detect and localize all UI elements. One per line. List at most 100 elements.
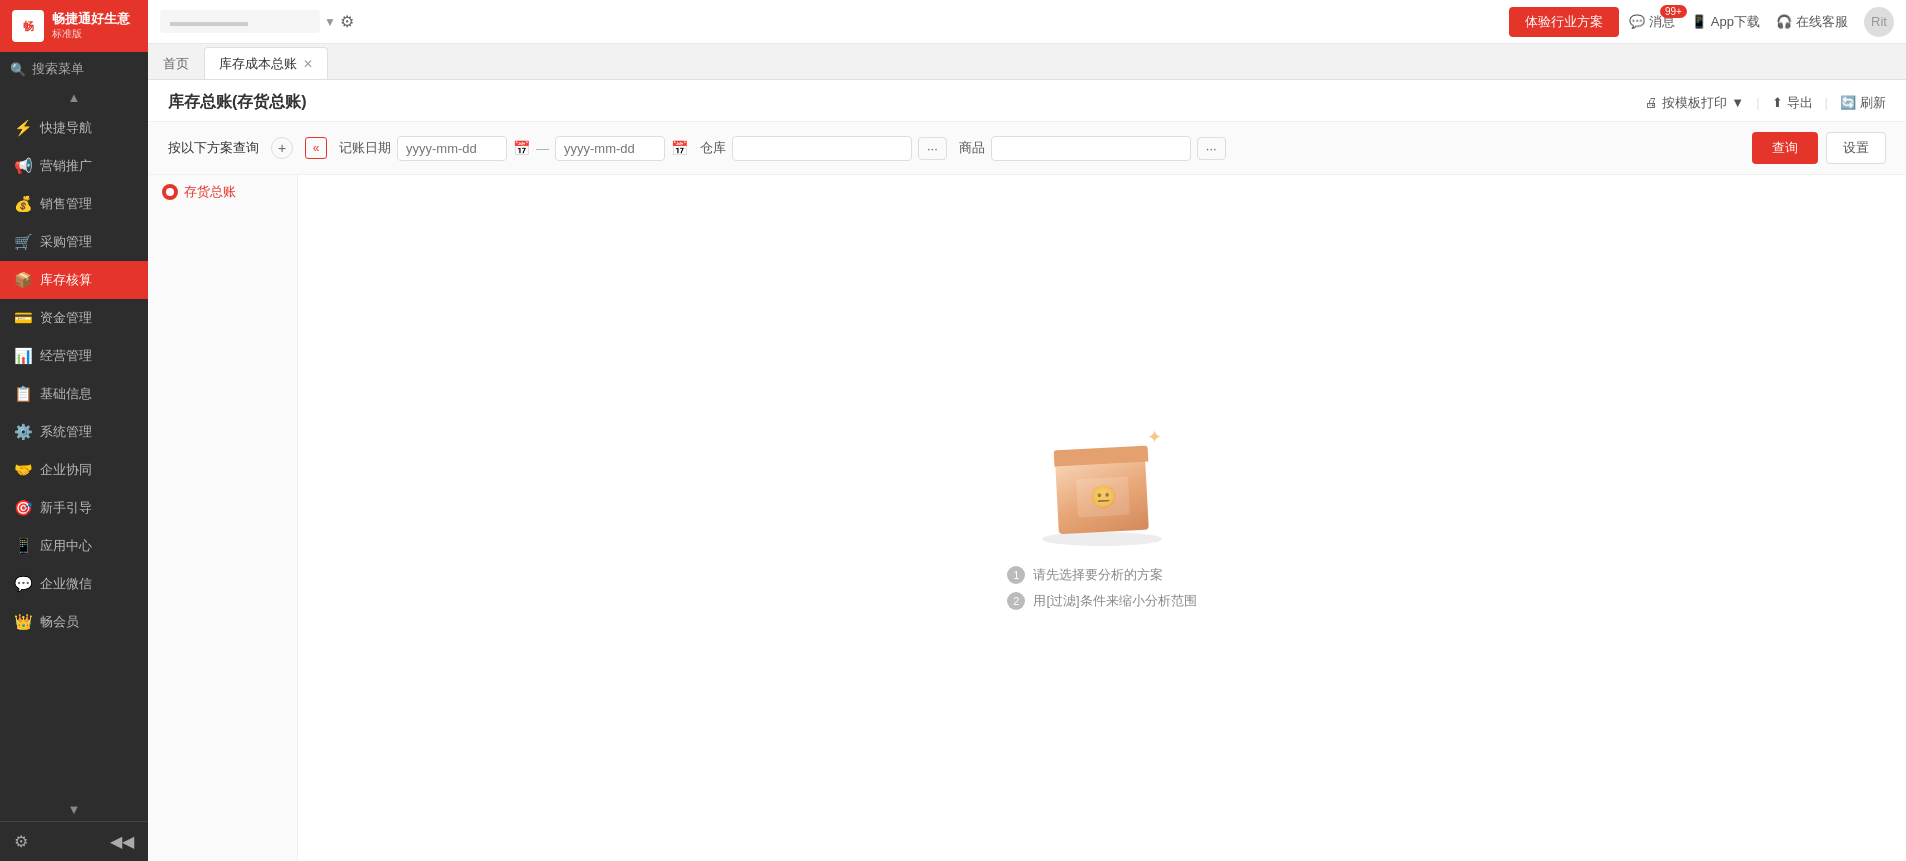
warehouse-input[interactable] [732,136,912,161]
product-more-btn[interactable]: ··· [1197,137,1226,160]
scheme-item-inventory[interactable]: 存货总账 [148,175,297,209]
sidebar-item-app-center[interactable]: 📱 应用中心 [0,527,148,565]
sidebar-search-item[interactable]: 🔍 搜索菜单 [0,52,148,86]
sidebar-item-label: 基础信息 [40,385,92,403]
empty-tip-2: 2 用[过滤]条件来缩小分析范围 [1007,592,1196,610]
empty-shadow [1042,532,1162,546]
sidebar-item-label: 畅会员 [40,613,79,631]
warehouse-filter-group: 仓库 ··· [700,136,947,161]
date-filter-group: 记账日期 📅 — 📅 [339,136,688,161]
trial-industry-btn[interactable]: 体验行业方案 [1509,7,1619,37]
search-placeholder-text: ▬▬▬▬▬▬ [170,14,248,29]
finance-icon: 💳 [14,309,32,327]
date-end-input[interactable] [555,136,665,161]
marketing-icon: 📢 [14,157,32,175]
product-label: 商品 [959,139,985,157]
sidebar-title: 畅捷通好生意 [52,11,130,28]
filter-bar: 按以下方案查询 + « 记账日期 📅 — 📅 仓库 ··· 商品 [148,122,1906,175]
scheme-dot-icon [162,184,178,200]
sidebar-item-wechat[interactable]: 💬 企业微信 [0,565,148,603]
warehouse-more-btn[interactable]: ··· [918,137,947,160]
page-header: 库存总账(存货总账) 🖨 按模板打印 ▼ | ⬆ 导出 | 🔄 刷新 [148,80,1906,122]
message-icon: 💬 [1629,14,1645,29]
filter-label: 按以下方案查询 [168,139,259,157]
refresh-btn[interactable]: 🔄 刷新 [1840,94,1886,112]
topbar: ▬▬▬▬▬▬ ▼ ⚙ 体验行业方案 💬 消息 99+ 📱 App下载 🎧 在线客… [148,0,1906,44]
topbar-gear-icon[interactable]: ⚙ [340,12,354,31]
filter-add-btn[interactable]: + [271,137,293,159]
sidebar-brand: 畅捷通好生意 标准版 [52,11,130,42]
sidebar-item-label: 销售管理 [40,195,92,213]
query-btn[interactable]: 查询 [1752,132,1818,164]
app-logo: 畅 [12,10,44,42]
sidebar-scroll-down[interactable]: ▼ [0,798,148,821]
calendar-start-icon[interactable]: 📅 [513,140,530,156]
content-area: 库存总账(存货总账) 🖨 按模板打印 ▼ | ⬆ 导出 | 🔄 刷新 [148,80,1906,861]
tabbar: 首页 库存成本总账 ✕ [148,44,1906,80]
enterprise-icon: 🤝 [14,461,32,479]
topbar-service-btn[interactable]: 🎧 在线客服 [1776,13,1848,31]
sidebar-item-finance[interactable]: 💳 资金管理 [0,299,148,337]
topbar-message-btn[interactable]: 💬 消息 99+ [1629,13,1675,31]
sidebar-item-inventory[interactable]: 📦 库存核算 [0,261,148,299]
print-icon: 🖨 [1645,95,1658,110]
sidebar-item-guide[interactable]: 🎯 新手引导 [0,489,148,527]
sidebar-item-quick-nav[interactable]: ⚡ 快捷导航 [0,109,148,147]
scheme-item-label: 存货总账 [184,183,236,201]
sidebar-footer: ⚙ ◀◀ [0,821,148,861]
filter-collapse-btn[interactable]: « [305,137,327,159]
tab-inventory-cost[interactable]: 库存成本总账 ✕ [204,47,328,79]
sidebar-item-label: 企业协同 [40,461,92,479]
tab-home[interactable]: 首页 [148,47,204,79]
phone-icon: 📱 [1691,14,1707,29]
page-actions: 🖨 按模板打印 ▼ | ⬆ 导出 | 🔄 刷新 [1645,94,1886,112]
collapse-sidebar-btn[interactable]: ◀◀ [110,832,134,851]
sidebar-item-marketing[interactable]: 📢 营销推广 [0,147,148,185]
tab-close-icon[interactable]: ✕ [303,57,313,71]
refresh-label: 刷新 [1860,94,1886,112]
tip-num-1: 1 [1007,566,1025,584]
empty-illustration: 😐 ✦ [1032,426,1172,546]
sidebar-header: 畅 畅捷通好生意 标准版 [0,0,148,52]
tip-text-1: 请先选择要分析的方案 [1033,566,1163,584]
app-label: App下载 [1711,13,1760,31]
topbar-search-box[interactable]: ▬▬▬▬▬▬ [160,10,320,33]
export-btn[interactable]: ⬆ 导出 [1772,94,1813,112]
product-input[interactable] [991,136,1191,161]
sidebar-item-enterprise[interactable]: 🤝 企业协同 [0,451,148,489]
filter-panel: 存货总账 [148,175,298,861]
search-icon: 🔍 [10,62,26,77]
sidebar-item-basic[interactable]: 📋 基础信息 [0,375,148,413]
sidebar-item-operations[interactable]: 📊 经营管理 [0,337,148,375]
date-start-input[interactable] [397,136,507,161]
sidebar-item-label: 经营管理 [40,347,92,365]
topbar-search-area: ▬▬▬▬▬▬ ▼ ⚙ [160,10,1499,33]
topbar-right: 💬 消息 99+ 📱 App下载 🎧 在线客服 Rit [1629,7,1894,37]
sidebar-item-purchase[interactable]: 🛒 采购管理 [0,223,148,261]
action-divider-2: | [1825,95,1828,110]
settings-btn[interactable]: 设置 [1826,132,1886,164]
print-chevron-icon: ▼ [1731,95,1744,110]
user-avatar[interactable]: Rit [1864,7,1894,37]
box-face: 😐 [1076,477,1130,518]
sidebar-item-sales[interactable]: 💰 销售管理 [0,185,148,223]
sparkle-icon: ✦ [1147,426,1162,448]
topbar-app-btn[interactable]: 📱 App下载 [1691,13,1760,31]
calendar-end-icon[interactable]: 📅 [671,140,688,156]
purchase-icon: 🛒 [14,233,32,251]
export-label: 导出 [1787,94,1813,112]
sidebar-item-system[interactable]: ⚙️ 系统管理 [0,413,148,451]
sidebar-nav: ⚡ 快捷导航 📢 营销推广 💰 销售管理 🛒 采购管理 📦 库存核算 💳 资金管… [0,109,148,798]
quick-nav-icon: ⚡ [14,119,32,137]
tab-inventory-cost-label: 库存成本总账 [219,55,297,73]
settings-footer-btn[interactable]: ⚙ [14,832,28,851]
sidebar-scroll-up[interactable]: ▲ [0,86,148,109]
topbar-chevron-icon[interactable]: ▼ [324,15,336,29]
system-icon: ⚙️ [14,423,32,441]
print-template-btn[interactable]: 🖨 按模板打印 ▼ [1645,94,1744,112]
sidebar-item-member[interactable]: 👑 畅会员 [0,603,148,641]
page-title: 库存总账(存货总账) [168,92,307,113]
sidebar-item-label: 企业微信 [40,575,92,593]
wechat-icon: 💬 [14,575,32,593]
sales-icon: 💰 [14,195,32,213]
